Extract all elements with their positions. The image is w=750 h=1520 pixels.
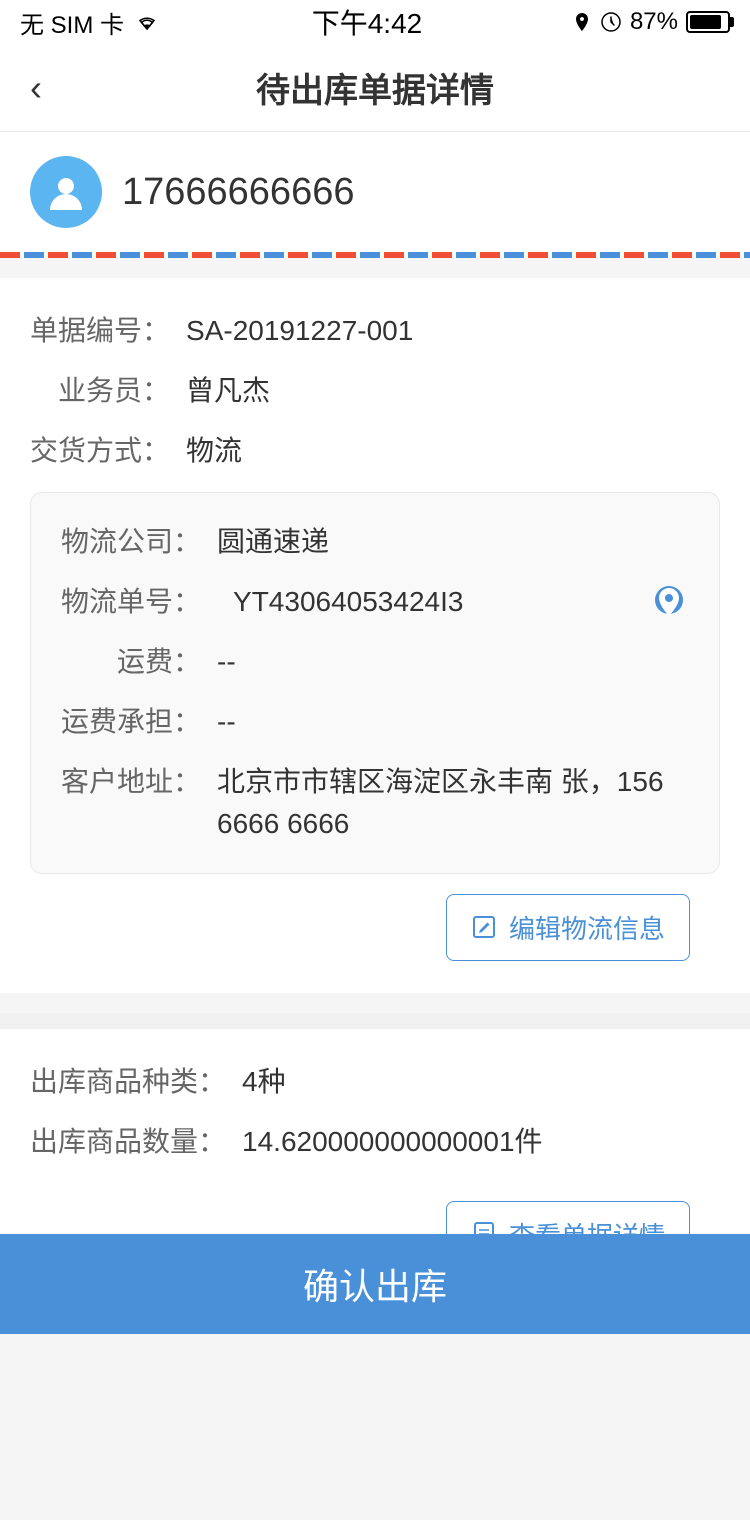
avatar — [30, 156, 102, 228]
edit-logistics-button[interactable]: 编辑物流信息 — [446, 894, 690, 961]
person-icon — [44, 170, 88, 214]
freight-bearer-row: 运费承担： -- — [61, 701, 689, 743]
edit-icon — [471, 914, 499, 942]
logistics-company-row: 物流公司： 圆通速递 — [61, 521, 689, 563]
freight-label: 运费： — [61, 641, 201, 683]
goods-quantity-value: 14.620000000000001件 — [242, 1121, 720, 1163]
clock-icon — [600, 11, 622, 33]
delivery-method-value: 物流 — [186, 430, 720, 472]
map-pin-icon[interactable] — [649, 582, 689, 622]
battery-icon — [686, 11, 730, 33]
time-display: 下午4:42 — [312, 2, 423, 42]
document-number-label: 单据编号： — [30, 310, 170, 352]
salesman-label: 业务员： — [30, 370, 170, 412]
goods-quantity-label: 出库商品数量： — [30, 1121, 226, 1163]
edit-logistics-label: 编辑物流信息 — [509, 909, 665, 946]
page-title: 待出库单据详情 — [256, 63, 494, 112]
gray-divider — [0, 1013, 750, 1029]
phone-number: 17666666666 — [122, 171, 354, 214]
phone-header-section: 17666666666 — [0, 132, 750, 252]
tracking-number-row: 物流单号： YT43064053424I3 — [61, 581, 689, 623]
location-status-icon — [572, 11, 592, 33]
logistics-company-value: 圆通速递 — [217, 521, 689, 563]
goods-quantity-row: 出库商品数量： 14.620000000000001件 — [30, 1121, 720, 1163]
tracking-value: YT43064053424I3 — [233, 581, 633, 623]
address-label: 客户地址： — [61, 761, 201, 803]
freight-row: 运费： -- — [61, 641, 689, 683]
tracking-label: 物流单号： — [61, 581, 201, 623]
freight-bearer-label: 运费承担： — [61, 701, 201, 743]
carrier-text: 无 SIM 卡 — [20, 5, 124, 40]
status-bar-left: 无 SIM 卡 — [20, 5, 162, 40]
status-bar-right: 87% — [572, 8, 730, 36]
battery-percentage: 87% — [630, 8, 678, 36]
freight-value: -- — [217, 641, 689, 683]
salesman-value: 曾凡杰 — [186, 370, 720, 412]
delivery-method-label: 交货方式： — [30, 430, 170, 472]
goods-type-value: 4种 — [242, 1061, 720, 1103]
confirm-button[interactable]: 确认出库 — [0, 1234, 750, 1334]
delivery-method-row: 交货方式： 物流 — [30, 430, 720, 472]
basic-info-section: 单据编号： SA-20191227-001 业务员： 曾凡杰 交货方式： 物流 … — [0, 278, 750, 993]
document-number-value: SA-20191227-001 — [186, 310, 720, 352]
address-value: 北京市市辖区海淀区永丰南 张，156 6666 6666 — [217, 761, 689, 845]
wifi-icon — [132, 11, 162, 33]
goods-type-label: 出库商品种类： — [30, 1061, 226, 1103]
dashed-divider — [0, 252, 750, 258]
nav-bar: ‹ 待出库单据详情 — [0, 44, 750, 132]
back-button[interactable]: ‹ — [30, 67, 42, 109]
status-bar: 无 SIM 卡 下午4:42 87% — [0, 0, 750, 44]
document-number-row: 单据编号： SA-20191227-001 — [30, 310, 720, 352]
freight-bearer-value: -- — [217, 701, 689, 743]
edit-btn-container: 编辑物流信息 — [30, 874, 720, 961]
goods-type-row: 出库商品种类： 4种 — [30, 1061, 720, 1103]
address-row: 客户地址： 北京市市辖区海淀区永丰南 张，156 6666 6666 — [61, 761, 689, 845]
logistics-company-label: 物流公司： — [61, 521, 201, 563]
confirm-button-label: 确认出库 — [303, 1258, 447, 1310]
logistics-card: 物流公司： 圆通速递 物流单号： YT43064053424I3 运费： -- … — [30, 492, 720, 874]
salesman-row: 业务员： 曾凡杰 — [30, 370, 720, 412]
